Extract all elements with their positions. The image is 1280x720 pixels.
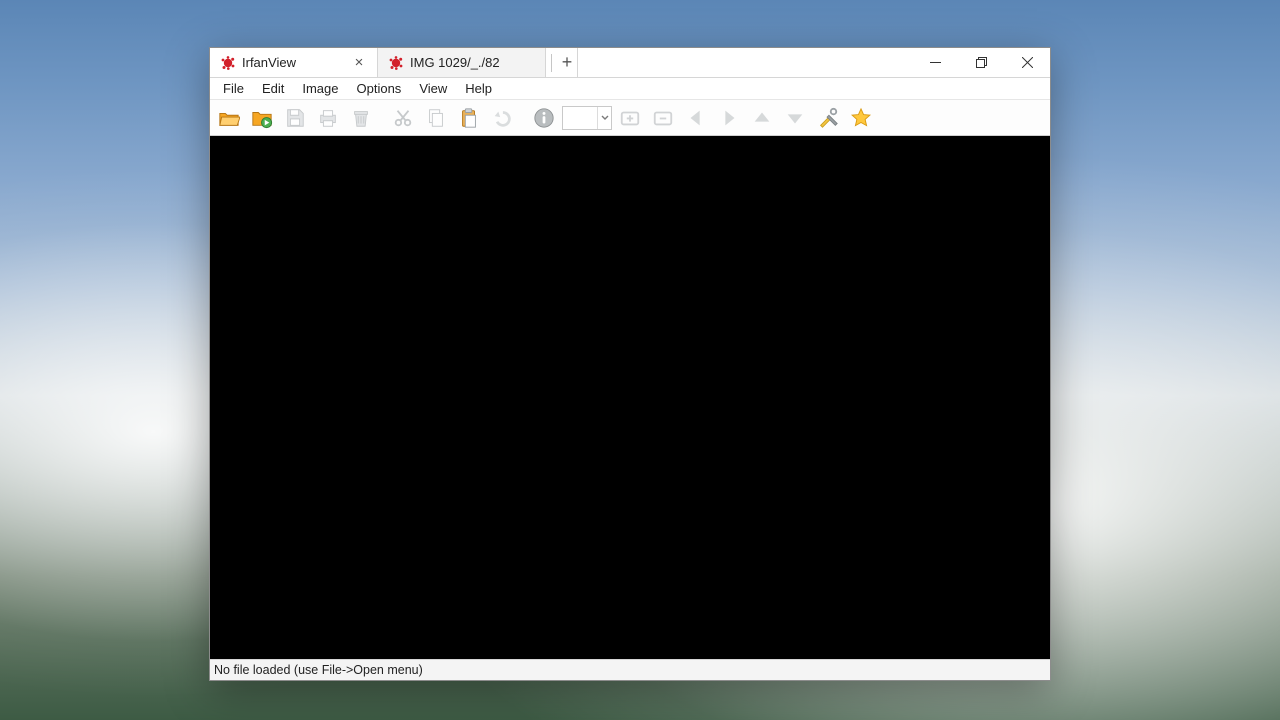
last-button[interactable]: [780, 103, 810, 133]
print-button[interactable]: [313, 103, 343, 133]
new-tab-button[interactable]: +: [546, 48, 578, 77]
cut-icon: [392, 107, 414, 129]
maximize-button[interactable]: [958, 48, 1004, 77]
delete-icon: [350, 107, 372, 129]
tab-close-button[interactable]: ×: [351, 55, 367, 70]
app-window: IrfanView × IMG 1029/_./82 +: [209, 47, 1051, 681]
status-bar: No file loaded (use File->Open menu): [210, 659, 1050, 680]
copy-icon: [425, 107, 447, 129]
slideshow-button[interactable]: [247, 103, 277, 133]
zoom-in-button[interactable]: [615, 103, 645, 133]
slideshow-icon: [251, 107, 273, 129]
down-icon: [784, 107, 806, 129]
menu-file[interactable]: File: [214, 79, 253, 98]
irfanview-app-icon: [220, 55, 236, 71]
open-button[interactable]: [214, 103, 244, 133]
favorite-button[interactable]: [846, 103, 876, 133]
menu-options[interactable]: Options: [348, 79, 411, 98]
irfanview-app-icon: [388, 55, 404, 71]
cut-button[interactable]: [388, 103, 418, 133]
tab-img[interactable]: IMG 1029/_./82: [378, 48, 546, 77]
minimize-button[interactable]: [912, 48, 958, 77]
plus-icon: +: [562, 52, 573, 73]
save-icon: [284, 107, 306, 129]
next-icon: [718, 107, 740, 129]
info-button[interactable]: [529, 103, 559, 133]
print-icon: [317, 107, 339, 129]
info-icon: [533, 107, 555, 129]
undo-icon: [491, 107, 513, 129]
prev-icon: [685, 107, 707, 129]
desktop-background: IrfanView × IMG 1029/_./82 +: [0, 0, 1280, 720]
next-button[interactable]: [714, 103, 744, 133]
minimize-icon: [930, 57, 941, 68]
toolbar: [210, 100, 1050, 136]
zoom-dropdown-button[interactable]: [597, 107, 611, 129]
tab-divider: [551, 54, 552, 72]
menu-image[interactable]: Image: [293, 79, 347, 98]
paste-button[interactable]: [454, 103, 484, 133]
window-controls: [912, 48, 1050, 77]
favorite-icon: [850, 107, 872, 129]
delete-button[interactable]: [346, 103, 376, 133]
tab-label: IMG 1029/_./82: [410, 55, 535, 70]
tab-irfanview[interactable]: IrfanView ×: [210, 48, 378, 77]
copy-button[interactable]: [421, 103, 451, 133]
titlebar[interactable]: IrfanView × IMG 1029/_./82 +: [210, 48, 1050, 78]
status-text: No file loaded (use File->Open menu): [214, 663, 423, 677]
first-button[interactable]: [747, 103, 777, 133]
tools-icon: [817, 107, 839, 129]
zoom-out-button[interactable]: [648, 103, 678, 133]
undo-button[interactable]: [487, 103, 517, 133]
menu-bar: File Edit Image Options View Help: [210, 78, 1050, 100]
paste-icon: [458, 107, 480, 129]
up-icon: [751, 107, 773, 129]
tools-button[interactable]: [813, 103, 843, 133]
open-icon: [218, 107, 240, 129]
save-button[interactable]: [280, 103, 310, 133]
zoom-input[interactable]: [563, 107, 597, 129]
zoom-combobox[interactable]: [562, 106, 612, 130]
maximize-icon: [976, 57, 987, 68]
zoom-in-icon: [619, 107, 641, 129]
close-button[interactable]: [1004, 48, 1050, 77]
image-canvas[interactable]: [210, 136, 1050, 659]
tab-label: IrfanView: [242, 55, 345, 70]
menu-view[interactable]: View: [410, 79, 456, 98]
zoom-out-icon: [652, 107, 674, 129]
chevron-down-icon: [601, 114, 609, 122]
menu-edit[interactable]: Edit: [253, 79, 293, 98]
prev-button[interactable]: [681, 103, 711, 133]
tab-strip: IrfanView × IMG 1029/_./82 +: [210, 48, 912, 77]
close-icon: [1022, 57, 1033, 68]
menu-help[interactable]: Help: [456, 79, 501, 98]
